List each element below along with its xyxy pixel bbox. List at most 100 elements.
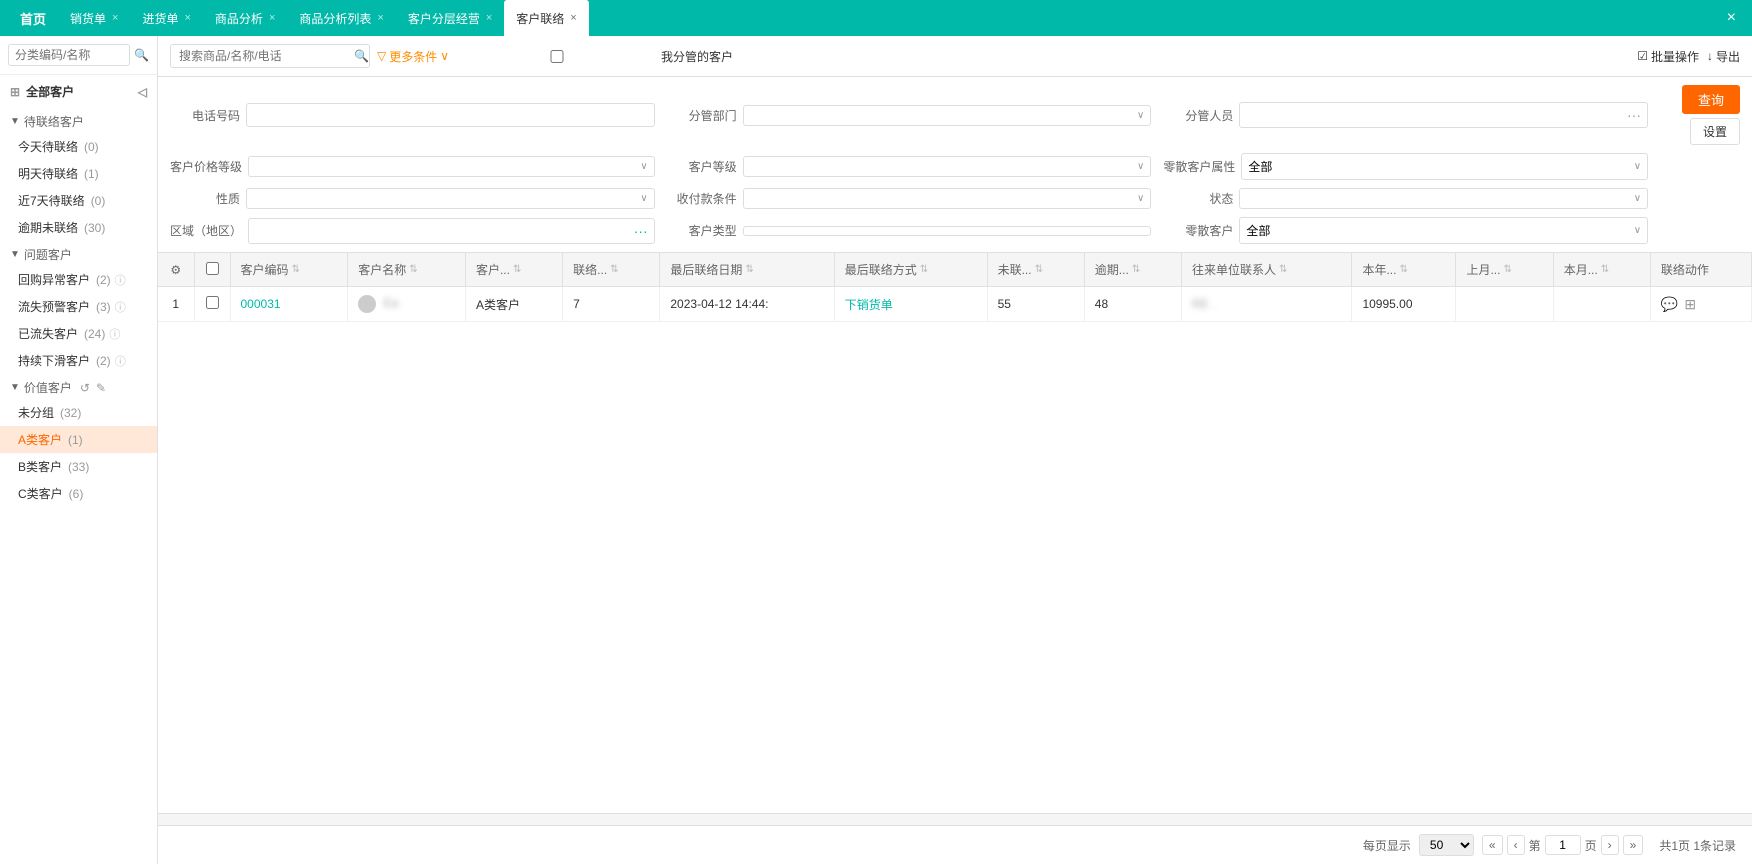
horizontal-scrollbar[interactable]	[158, 813, 1752, 825]
sidebar-item-class-b[interactable]: B类客户 (33)	[0, 453, 157, 480]
retail-attr-dropdown[interactable]: 全部 ∨	[1241, 153, 1648, 180]
sidebar-group-problem[interactable]: ▼ 问题客户	[0, 241, 157, 266]
sidebar-item-overdue[interactable]: 逾期未联络 (30)	[0, 214, 157, 241]
select-all-checkbox[interactable]	[206, 262, 219, 275]
sort-overdue-icon[interactable]: ⇅	[1132, 264, 1140, 275]
last-page-button[interactable]: »	[1623, 835, 1644, 855]
row-select-checkbox[interactable]	[206, 296, 219, 309]
sidebar-all-customers[interactable]: ⊞ 全部客户 ◁	[0, 75, 157, 108]
sidebar-item-declining[interactable]: 持续下滑客户 (2) ⓘ	[0, 347, 157, 374]
filter-cell-region: 区域（地区） ···	[170, 218, 667, 244]
sidebar-item-today[interactable]: 今天待联络 (0)	[0, 133, 157, 160]
main-layout: 🔍 ⊞ 全部客户 ◁ ▼ 待联络客户 今天待联络 (0) 明天待联络 (1) 近…	[0, 36, 1752, 864]
more-region-icon[interactable]: ···	[634, 223, 648, 239]
my-customer-checkbox[interactable]	[457, 50, 657, 63]
sort-contact-icon[interactable]: ⇅	[610, 264, 618, 275]
dept-dropdown[interactable]: ∨	[743, 105, 1152, 126]
sidebar-group-value[interactable]: ▼ 价值客户 ↺ ✎	[0, 374, 157, 399]
arrow-down-icon-3: ▼	[10, 382, 20, 393]
retail-dropdown[interactable]: 全部 ∨	[1239, 217, 1648, 244]
page-number-input[interactable]	[1545, 835, 1581, 855]
nature-dropdown[interactable]: ∨	[246, 188, 655, 209]
customer-type-dropdown[interactable]	[743, 226, 1152, 236]
nav-product-analysis-list[interactable]: 商品分析列表 ×	[287, 0, 395, 36]
price-grade-dropdown[interactable]: ∨	[248, 156, 655, 177]
prev-page-button[interactable]: ‹	[1507, 835, 1525, 855]
manager-dropdown[interactable]: ···	[1239, 102, 1648, 128]
search-input[interactable]	[170, 44, 370, 68]
table-header-row: ⚙ 客户编码 ⇅ 客户名称	[158, 253, 1752, 287]
qr-icon[interactable]: ⊞	[1684, 296, 1696, 313]
customer-name-text: Ea	[384, 296, 399, 310]
sort-type-icon[interactable]: ⇅	[513, 264, 521, 275]
close-purchase-icon[interactable]: ×	[184, 12, 190, 24]
col-checkbox[interactable]	[194, 253, 230, 287]
last-method-link[interactable]: 下销货单	[845, 298, 893, 312]
sidebar-item-class-c[interactable]: C类客户 (6)	[0, 480, 157, 507]
pending-group-label: 待联络客户	[24, 113, 84, 130]
refresh-icon[interactable]: ↺	[80, 381, 90, 395]
window-close-button[interactable]: ×	[1719, 9, 1744, 27]
payment-dropdown[interactable]: ∨	[743, 188, 1152, 209]
sidebar-group-pending[interactable]: ▼ 待联络客户	[0, 108, 157, 133]
sidebar-item-unclassified[interactable]: 未分组 (32)	[0, 399, 157, 426]
more-manager-icon[interactable]: ···	[1627, 107, 1641, 123]
edit-icon[interactable]: ✎	[96, 381, 106, 395]
status-dropdown[interactable]: ∨	[1239, 188, 1648, 209]
search-icon[interactable]: 🔍	[354, 49, 369, 63]
sidebar-item-7days[interactable]: 近7天待联络 (0)	[0, 187, 157, 214]
close-sales-icon[interactable]: ×	[112, 12, 118, 24]
close-product-list-icon[interactable]: ×	[377, 12, 383, 24]
collapse-sidebar-icon[interactable]: ◁	[138, 85, 147, 99]
nav-home[interactable]: 首页	[8, 0, 58, 36]
page-size-select[interactable]: 10 20 50 100	[1419, 834, 1474, 856]
col-settings[interactable]: ⚙	[158, 253, 194, 287]
query-button[interactable]: 查询	[1682, 85, 1740, 114]
sidebar-item-churned[interactable]: 已流失客户 (24) ⓘ	[0, 320, 157, 347]
sort-last-method-icon[interactable]: ⇅	[920, 264, 928, 275]
col-name: 客户名称 ⇅	[348, 253, 466, 287]
customer-code-link[interactable]: 000031	[241, 297, 281, 311]
action-icons: 💬 ⊞	[1661, 296, 1741, 313]
settings-button[interactable]: 设置	[1690, 118, 1740, 145]
sidebar-search-input[interactable]	[8, 44, 130, 66]
sort-no-contact-icon[interactable]: ⇅	[1035, 264, 1043, 275]
sidebar-item-class-a[interactable]: A类客户 (1)	[0, 426, 157, 453]
first-page-button[interactable]: «	[1482, 835, 1503, 855]
sort-name-icon[interactable]: ⇅	[409, 264, 417, 275]
batch-operation-button[interactable]: ☑ 批量操作	[1637, 48, 1699, 65]
nav-purchase[interactable]: 进货单 ×	[130, 0, 202, 36]
sidebar-item-tomorrow[interactable]: 明天待联络 (1)	[0, 160, 157, 187]
chevron-down-nature: ∨	[640, 193, 647, 204]
export-button[interactable]: ↓ 导出	[1707, 48, 1740, 65]
top-nav: 首页 销货单 × 进货单 × 商品分析 × 商品分析列表 × 客户分层经营 × …	[0, 0, 1752, 36]
row-checkbox[interactable]	[194, 287, 230, 322]
sort-this-year-icon[interactable]: ⇅	[1399, 264, 1407, 275]
region-dropdown[interactable]: ···	[248, 218, 655, 244]
sidebar-item-churn-warning[interactable]: 流失预警客户 (3) ⓘ	[0, 293, 157, 320]
row-name: Ea	[348, 287, 466, 322]
close-customer-contact-icon[interactable]: ×	[570, 12, 576, 24]
sort-code-icon[interactable]: ⇅	[292, 264, 300, 275]
nav-customer-segment[interactable]: 客户分层经营 ×	[396, 0, 504, 36]
customer-grade-dropdown[interactable]: ∨	[743, 156, 1152, 177]
sort-this-month-icon[interactable]: ⇅	[1601, 264, 1609, 275]
row-actions: 💬 ⊞	[1650, 287, 1751, 322]
sort-last-date-icon[interactable]: ⇅	[745, 264, 753, 275]
sidebar-search-icon[interactable]: 🔍	[134, 48, 149, 62]
chevron-down-dept: ∨	[1137, 110, 1144, 121]
sidebar-item-repurchase-abnormal[interactable]: 回购异常客户 (2) ⓘ	[0, 266, 157, 293]
next-page-button[interactable]: ›	[1601, 835, 1619, 855]
row-contacts-person: RE .	[1182, 287, 1352, 322]
message-icon[interactable]: 💬	[1661, 296, 1678, 313]
nav-customer-contact[interactable]: 客户联络 ×	[504, 0, 588, 36]
sort-last-month-icon[interactable]: ⇅	[1503, 264, 1511, 275]
phone-input[interactable]	[246, 103, 655, 127]
settings-icon[interactable]: ⚙	[170, 263, 181, 277]
close-customer-segment-icon[interactable]: ×	[486, 12, 492, 24]
close-product-analysis-icon[interactable]: ×	[269, 12, 275, 24]
nav-product-analysis[interactable]: 商品分析 ×	[203, 0, 287, 36]
sort-contacts-person-icon[interactable]: ⇅	[1279, 264, 1287, 275]
nav-sales[interactable]: 销货单 ×	[58, 0, 130, 36]
more-filter-button[interactable]: ▽ 更多条件 ∨	[377, 48, 449, 65]
